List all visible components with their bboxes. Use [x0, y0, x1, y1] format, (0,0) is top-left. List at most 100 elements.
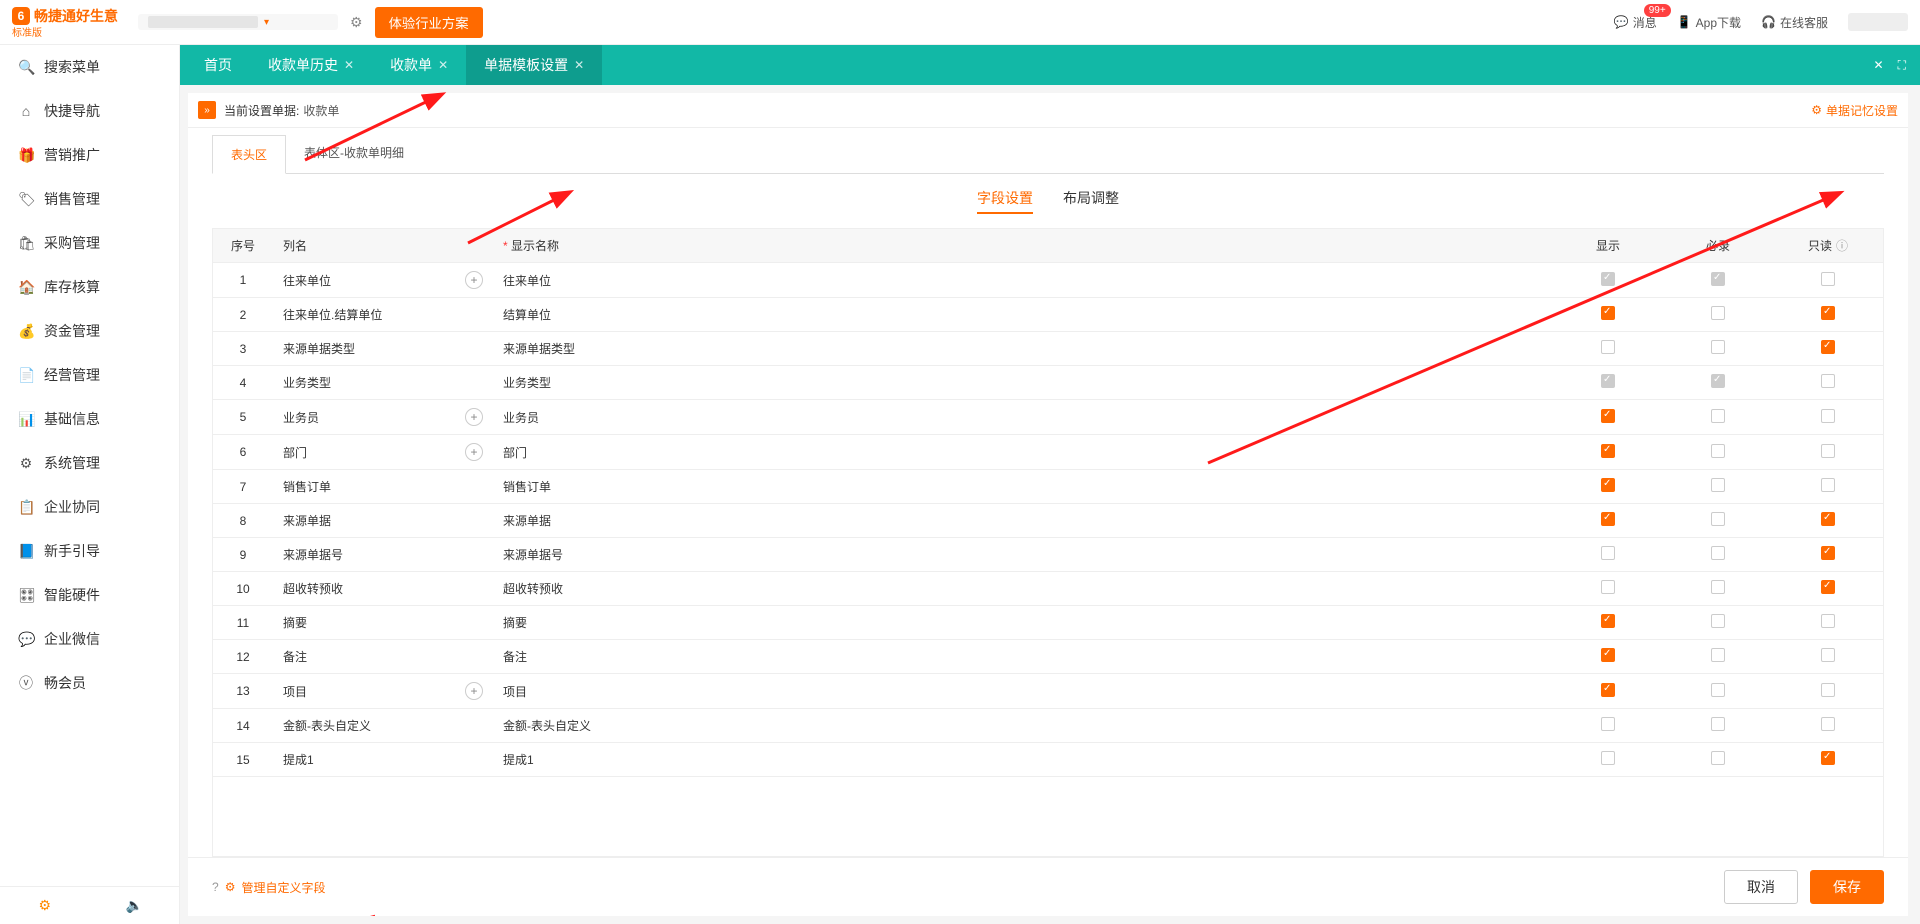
- checkbox[interactable]: [1711, 409, 1725, 423]
- messages-link[interactable]: 💬 消息 99+: [1614, 14, 1657, 31]
- cell-dispname[interactable]: 超收转预收: [493, 572, 1553, 606]
- sidebar-item-11[interactable]: 📘新手引导: [0, 529, 179, 573]
- add-icon[interactable]: +: [465, 271, 483, 289]
- cell-dispname[interactable]: 来源单据: [493, 504, 1553, 538]
- sidebar-item-1[interactable]: ⌂快捷导航: [0, 89, 179, 133]
- section-tab-1[interactable]: 表体区-收款单明细: [286, 134, 422, 173]
- add-icon[interactable]: +: [465, 408, 483, 426]
- tab-2[interactable]: 收款单✕: [372, 45, 466, 85]
- checkbox[interactable]: [1711, 306, 1725, 320]
- sidebar-item-10[interactable]: 📋企业协同: [0, 485, 179, 529]
- tab-close-icon[interactable]: ✕: [574, 58, 584, 72]
- checkbox[interactable]: [1711, 751, 1725, 765]
- tab-0[interactable]: 首页: [186, 45, 250, 85]
- checkbox[interactable]: [1711, 683, 1725, 697]
- tab-3[interactable]: 单据模板设置✕: [466, 45, 602, 85]
- help-icon[interactable]: ⓘ: [1836, 239, 1848, 253]
- cell-dispname[interactable]: 备注: [493, 640, 1553, 674]
- checkbox[interactable]: [1711, 580, 1725, 594]
- checkbox[interactable]: [1821, 272, 1835, 286]
- checkbox[interactable]: [1711, 614, 1725, 628]
- app-download-link[interactable]: 📱 App下载: [1677, 14, 1741, 31]
- checkbox[interactable]: [1821, 614, 1835, 628]
- manage-custom-fields-link[interactable]: ? ⚙ 管理自定义字段: [212, 879, 325, 896]
- checkbox[interactable]: [1821, 580, 1835, 594]
- cell-dispname[interactable]: 来源单据类型: [493, 332, 1553, 366]
- checkbox[interactable]: [1601, 340, 1615, 354]
- checkbox[interactable]: [1821, 374, 1835, 388]
- checkbox[interactable]: [1821, 478, 1835, 492]
- sidebar-settings-icon[interactable]: ⚙: [0, 887, 90, 924]
- checkbox[interactable]: [1601, 444, 1615, 458]
- checkbox[interactable]: [1821, 717, 1835, 731]
- checkbox[interactable]: [1821, 512, 1835, 526]
- experience-button[interactable]: 体验行业方案: [375, 7, 483, 38]
- sidebar-sound-icon[interactable]: 🔈: [90, 887, 180, 924]
- checkbox[interactable]: [1601, 648, 1615, 662]
- checkbox[interactable]: [1821, 546, 1835, 560]
- cell-dispname[interactable]: 结算单位: [493, 298, 1553, 332]
- checkbox[interactable]: [1821, 444, 1835, 458]
- sidebar-item-3[interactable]: 🏷销售管理: [0, 177, 179, 221]
- checkbox[interactable]: [1601, 512, 1615, 526]
- cell-dispname[interactable]: 业务类型: [493, 366, 1553, 400]
- checkbox[interactable]: [1711, 717, 1725, 731]
- checkbox[interactable]: [1601, 546, 1615, 560]
- save-button[interactable]: 保存: [1810, 870, 1884, 904]
- tab-close-icon[interactable]: ✕: [344, 58, 354, 72]
- sidebar-item-12[interactable]: 🎛智能硬件: [0, 573, 179, 617]
- checkbox[interactable]: [1711, 648, 1725, 662]
- sub-tab-1[interactable]: 布局调整: [1063, 188, 1119, 214]
- cancel-button[interactable]: 取消: [1724, 870, 1798, 904]
- sub-tab-0[interactable]: 字段设置: [977, 188, 1033, 214]
- checkbox[interactable]: [1711, 340, 1725, 354]
- checkbox[interactable]: [1601, 478, 1615, 492]
- checkbox[interactable]: [1821, 751, 1835, 765]
- sidebar-item-8[interactable]: 📊基础信息: [0, 397, 179, 441]
- checkbox[interactable]: [1601, 580, 1615, 594]
- support-link[interactable]: 🎧 在线客服: [1761, 14, 1828, 31]
- cell-dispname[interactable]: 摘要: [493, 606, 1553, 640]
- checkbox[interactable]: [1711, 478, 1725, 492]
- user-menu[interactable]: [1848, 13, 1908, 31]
- checkbox[interactable]: [1601, 683, 1615, 697]
- tab-close-icon[interactable]: ✕: [438, 58, 448, 72]
- cell-dispname[interactable]: 来源单据号: [493, 538, 1553, 572]
- checkbox[interactable]: [1711, 512, 1725, 526]
- checkbox[interactable]: [1821, 409, 1835, 423]
- checkbox[interactable]: [1601, 306, 1615, 320]
- fullscreen-icon[interactable]: ⛶: [1898, 58, 1906, 73]
- sidebar-item-6[interactable]: 💰资金管理: [0, 309, 179, 353]
- cell-dispname[interactable]: 部门: [493, 435, 1553, 470]
- cell-dispname[interactable]: 提成1: [493, 743, 1553, 777]
- cell-dispname[interactable]: 销售订单: [493, 470, 1553, 504]
- cell-dispname[interactable]: 业务员: [493, 400, 1553, 435]
- section-tab-0[interactable]: 表头区: [212, 135, 286, 174]
- gear-icon[interactable]: ⚙: [338, 14, 375, 31]
- sidebar-item-7[interactable]: 📄经营管理: [0, 353, 179, 397]
- checkbox[interactable]: [1601, 717, 1615, 731]
- checkbox[interactable]: [1711, 546, 1725, 560]
- sidebar-item-9[interactable]: ⚙系统管理: [0, 441, 179, 485]
- company-selector[interactable]: ▾: [138, 14, 338, 30]
- add-icon[interactable]: +: [465, 443, 483, 461]
- add-icon[interactable]: +: [465, 682, 483, 700]
- memory-settings-link[interactable]: ⚙ 单据记忆设置: [1811, 102, 1898, 119]
- checkbox[interactable]: [1601, 751, 1615, 765]
- checkbox[interactable]: [1711, 444, 1725, 458]
- checkbox[interactable]: [1821, 683, 1835, 697]
- tab-close-all-icon[interactable]: ✕: [1874, 58, 1884, 72]
- sidebar-item-14[interactable]: ⓥ畅会员: [0, 661, 179, 705]
- sidebar-item-4[interactable]: 🛍采购管理: [0, 221, 179, 265]
- checkbox[interactable]: [1821, 306, 1835, 320]
- checkbox[interactable]: [1821, 648, 1835, 662]
- sidebar-item-0[interactable]: 🔍搜索菜单: [0, 45, 179, 89]
- checkbox[interactable]: [1601, 614, 1615, 628]
- sidebar-item-13[interactable]: 💬企业微信: [0, 617, 179, 661]
- cell-dispname[interactable]: 金额-表头自定义: [493, 709, 1553, 743]
- sidebar-item-5[interactable]: 🏠库存核算: [0, 265, 179, 309]
- cell-dispname[interactable]: 往来单位: [493, 263, 1553, 298]
- cell-dispname[interactable]: 项目: [493, 674, 1553, 709]
- checkbox[interactable]: [1601, 409, 1615, 423]
- tab-1[interactable]: 收款单历史✕: [250, 45, 372, 85]
